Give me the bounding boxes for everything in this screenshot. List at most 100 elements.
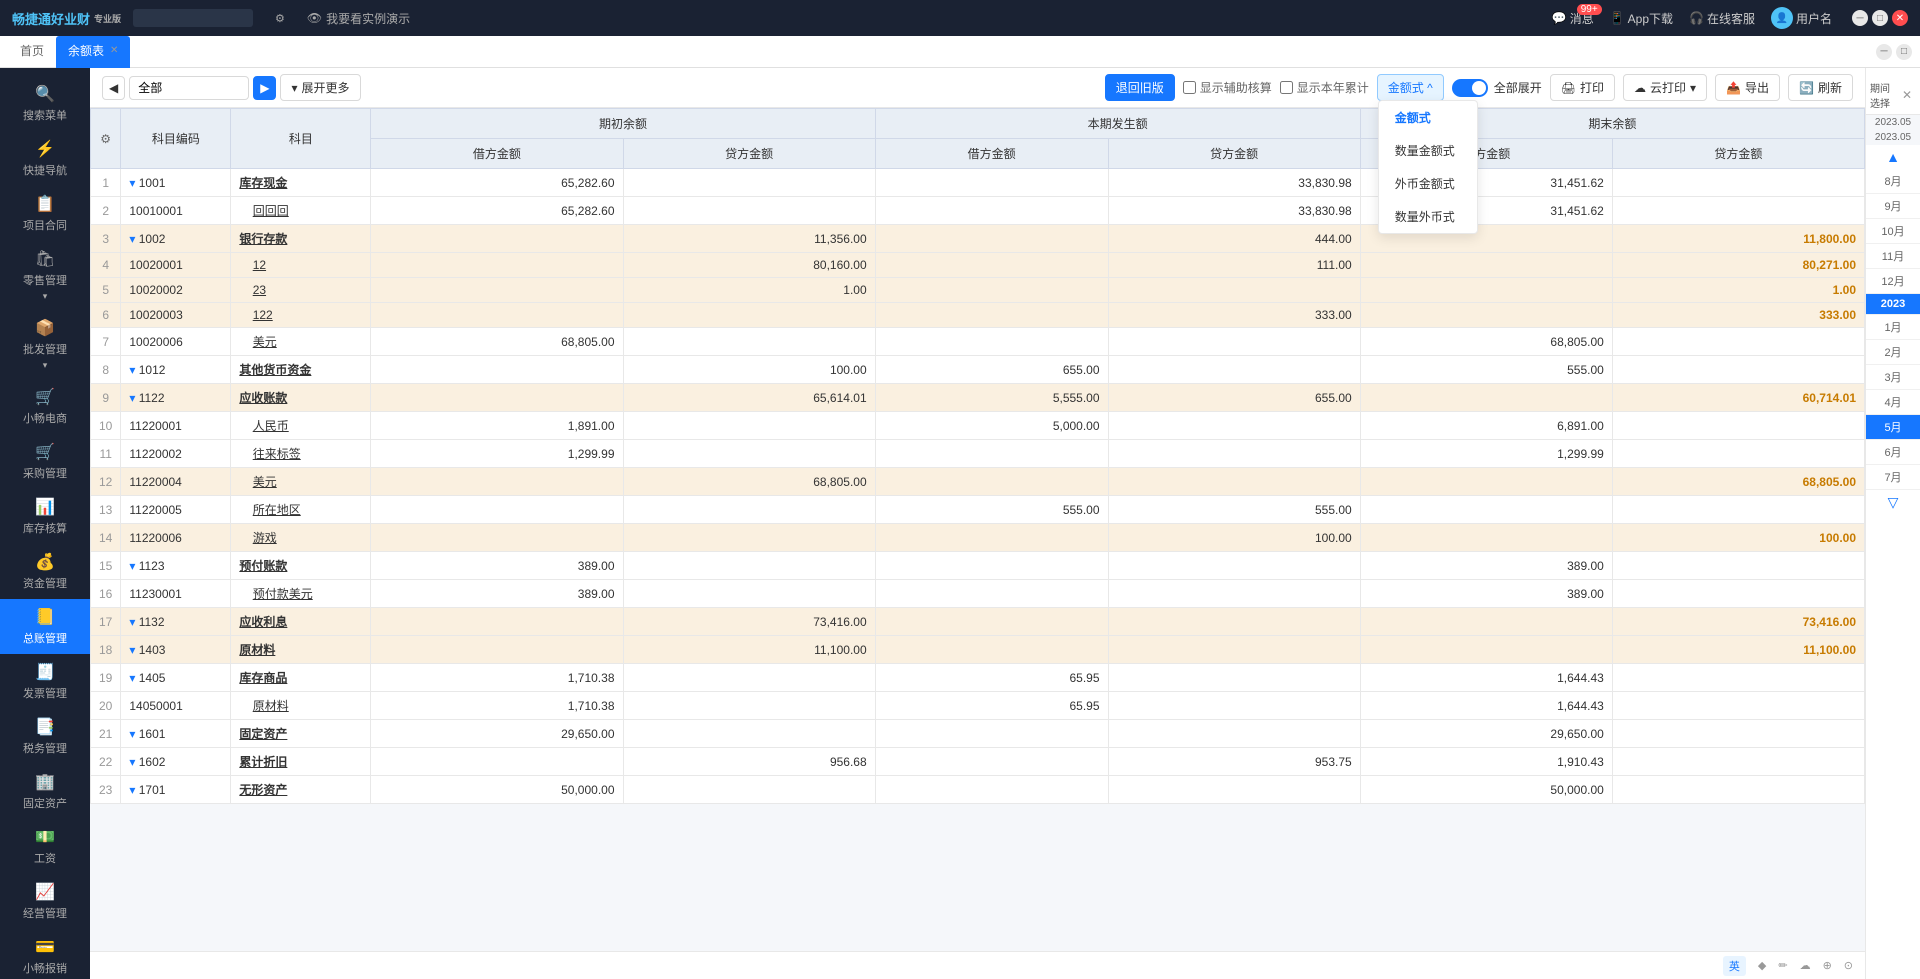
table-row-name[interactable]: 122 (231, 303, 371, 328)
maximize-btn[interactable]: □ (1872, 10, 1888, 26)
table-row-name[interactable]: 原材料 (231, 692, 371, 720)
table-row-name[interactable]: 回回回 (231, 197, 371, 225)
tab-home[interactable]: 首页 (8, 36, 56, 68)
topbar-settings-btn[interactable]: ⚙ (265, 8, 295, 29)
show-auxiliary-check[interactable]: 显示辅助核算 (1183, 79, 1272, 96)
table-row-name[interactable]: 预付账款 (231, 552, 371, 580)
period-jun[interactable]: 6月 (1866, 440, 1920, 465)
period-nov[interactable]: 11月 (1866, 244, 1920, 269)
sidebar-item-operations[interactable]: 📈 经营管理 (0, 874, 90, 929)
status-cloud-icon[interactable]: ☁ (1800, 959, 1811, 972)
table-row-name[interactable]: 美元 (231, 468, 371, 496)
sidebar-item-inventory[interactable]: 📊 库存核算 (0, 489, 90, 544)
auxiliary-checkbox[interactable] (1183, 81, 1196, 94)
right-panel-close-btn[interactable]: ✕ (1898, 84, 1916, 106)
panel-maximize-btn[interactable]: □ (1896, 44, 1912, 60)
tab-balance-close[interactable]: ✕ (110, 45, 118, 56)
message-btn[interactable]: 💬 消息 99+ (1552, 10, 1594, 27)
minimize-btn[interactable]: ─ (1852, 10, 1868, 26)
table-row-name[interactable]: 所在地区 (231, 496, 371, 524)
sidebar-item-purchase[interactable]: 🛒 采购管理 (0, 434, 90, 489)
panel-minimize-btn[interactable]: ─ (1876, 44, 1892, 60)
sidebar-item-ledger[interactable]: 📒 总账管理 (0, 599, 90, 654)
amount-mode-dropdown[interactable]: 金额式 ^ 金额式 数量金额式 外币金额式 数量外币式 (1377, 74, 1444, 101)
table-row-name[interactable]: 其他货币资金 (231, 356, 371, 384)
period-apr[interactable]: 4月 (1866, 390, 1920, 415)
export-btn[interactable]: 📤 导出 (1715, 74, 1780, 101)
period-jul[interactable]: 7月 (1866, 465, 1920, 490)
table-row-name[interactable]: 往来标签 (231, 440, 371, 468)
status-circle-icon[interactable]: ⊙ (1844, 959, 1853, 972)
period-feb[interactable]: 2月 (1866, 340, 1920, 365)
table-row-name[interactable]: 无形资产 (231, 776, 371, 804)
sidebar-item-quicknav[interactable]: ⚡ 快捷导航 (0, 131, 90, 186)
status-edit-icon[interactable]: ✏ (1778, 959, 1787, 972)
period-year-2023-top[interactable]: 2023.05 (1866, 115, 1920, 130)
table-row-name[interactable]: 23 (231, 278, 371, 303)
table-row-name[interactable]: 固定资产 (231, 720, 371, 748)
cloud-print-btn[interactable]: ☁ 云打印 ▾ (1623, 74, 1707, 101)
period-2023[interactable]: 2023 (1866, 294, 1920, 315)
sidebar-item-tax[interactable]: 📑 税务管理 (0, 709, 90, 764)
sidebar-item-expense[interactable]: 💳 小畅报销 (0, 929, 90, 979)
sidebar-item-assets[interactable]: 🏢 固定资产 (0, 764, 90, 819)
sidebar-item-contract[interactable]: 📋 项目合同 (0, 186, 90, 241)
nav-next-btn[interactable]: ▶ (253, 76, 276, 100)
show-year-total-check[interactable]: 显示本年累计 (1280, 79, 1369, 96)
sidebar-item-wholesale[interactable]: 📦 批发管理 ▾ (0, 310, 90, 379)
table-container[interactable]: ⚙ 科目编码 科目 期初余额 本期发生额 期末余额 借方金额 贷方金额 借方金额… (90, 108, 1865, 951)
return-old-btn[interactable]: 退回旧版 (1105, 74, 1175, 101)
period-year-2023-2[interactable]: 2023.05 (1866, 130, 1920, 145)
period-dec[interactable]: 12月 (1866, 269, 1920, 294)
table-row-name[interactable]: 应收账款 (231, 384, 371, 412)
mode-amount[interactable]: 金额式 (1379, 101, 1477, 134)
table-row-name[interactable]: 累计折旧 (231, 748, 371, 776)
table-row-name[interactable]: 人民币 (231, 412, 371, 440)
app-logo: 畅捷通好业财 专业版 (12, 9, 121, 28)
table-row-name[interactable]: 应收利息 (231, 608, 371, 636)
title-input[interactable] (133, 9, 253, 27)
refresh-btn[interactable]: 🔄 刷新 (1788, 74, 1853, 101)
table-row-name[interactable]: 预付款美元 (231, 580, 371, 608)
table-row-name[interactable]: 库存商品 (231, 664, 371, 692)
settings-gear-icon[interactable]: ⚙ (100, 132, 111, 146)
table-row-name[interactable]: 游戏 (231, 524, 371, 552)
app-download-btn[interactable]: 📱 App下载 (1610, 10, 1673, 27)
sidebar-item-funds[interactable]: 💰 资金管理 (0, 544, 90, 599)
period-may[interactable]: 5月 (1866, 415, 1920, 440)
period-oct[interactable]: 10月 (1866, 219, 1920, 244)
period-up-arrow[interactable]: ▲ (1882, 145, 1904, 169)
tab-balance[interactable]: 余额表 ✕ (56, 36, 130, 68)
status-plus-icon[interactable]: ⊕ (1823, 959, 1832, 972)
period-mar[interactable]: 3月 (1866, 365, 1920, 390)
mode-fx-amount[interactable]: 外币金额式 (1379, 167, 1477, 200)
period-aug[interactable]: 8月 (1866, 169, 1920, 194)
user-avatar-btn[interactable]: 👤 用户名 (1771, 7, 1832, 29)
sidebar-item-retail[interactable]: 🛍 零售管理 ▾ (0, 241, 90, 310)
period-sep[interactable]: 9月 (1866, 194, 1920, 219)
expand-all-toggle[interactable] (1452, 79, 1488, 97)
period-jan[interactable]: 1月 (1866, 315, 1920, 340)
sidebar-item-salary[interactable]: 💵 工资 (0, 819, 90, 874)
expand-more-btn[interactable]: ▾ 展开更多 (280, 74, 360, 101)
table-row-name[interactable]: 库存现金 (231, 169, 371, 197)
sidebar-item-invoice[interactable]: 🧾 发票管理 (0, 654, 90, 709)
print-btn[interactable]: 🖨 打印 (1550, 74, 1615, 101)
mode-qty-fx[interactable]: 数量外币式 (1379, 200, 1477, 233)
status-diamond-icon[interactable]: ◆ (1758, 959, 1766, 972)
table-row-name[interactable]: 12 (231, 253, 371, 278)
table-row-name[interactable]: 银行存款 (231, 225, 371, 253)
online-service-btn[interactable]: 🎧 在线客服 (1689, 10, 1755, 27)
table-row-name[interactable]: 美元 (231, 328, 371, 356)
close-btn[interactable]: ✕ (1892, 10, 1908, 26)
demo-link[interactable]: 👁 我要看实例演示 (307, 10, 410, 27)
sidebar-item-ecommerce[interactable]: 🛒 小畅电商 (0, 379, 90, 434)
nav-prev-btn[interactable]: ◀ (102, 76, 125, 100)
period-down-arrow[interactable]: ▽ (1884, 490, 1903, 515)
year-total-checkbox[interactable] (1280, 81, 1293, 94)
search-input[interactable] (129, 76, 249, 100)
status-en[interactable]: 英 (1723, 956, 1746, 976)
sidebar-item-search[interactable]: 🔍 搜索菜单 (0, 76, 90, 131)
table-row-name[interactable]: 原材料 (231, 636, 371, 664)
mode-qty-amount[interactable]: 数量金额式 (1379, 134, 1477, 167)
